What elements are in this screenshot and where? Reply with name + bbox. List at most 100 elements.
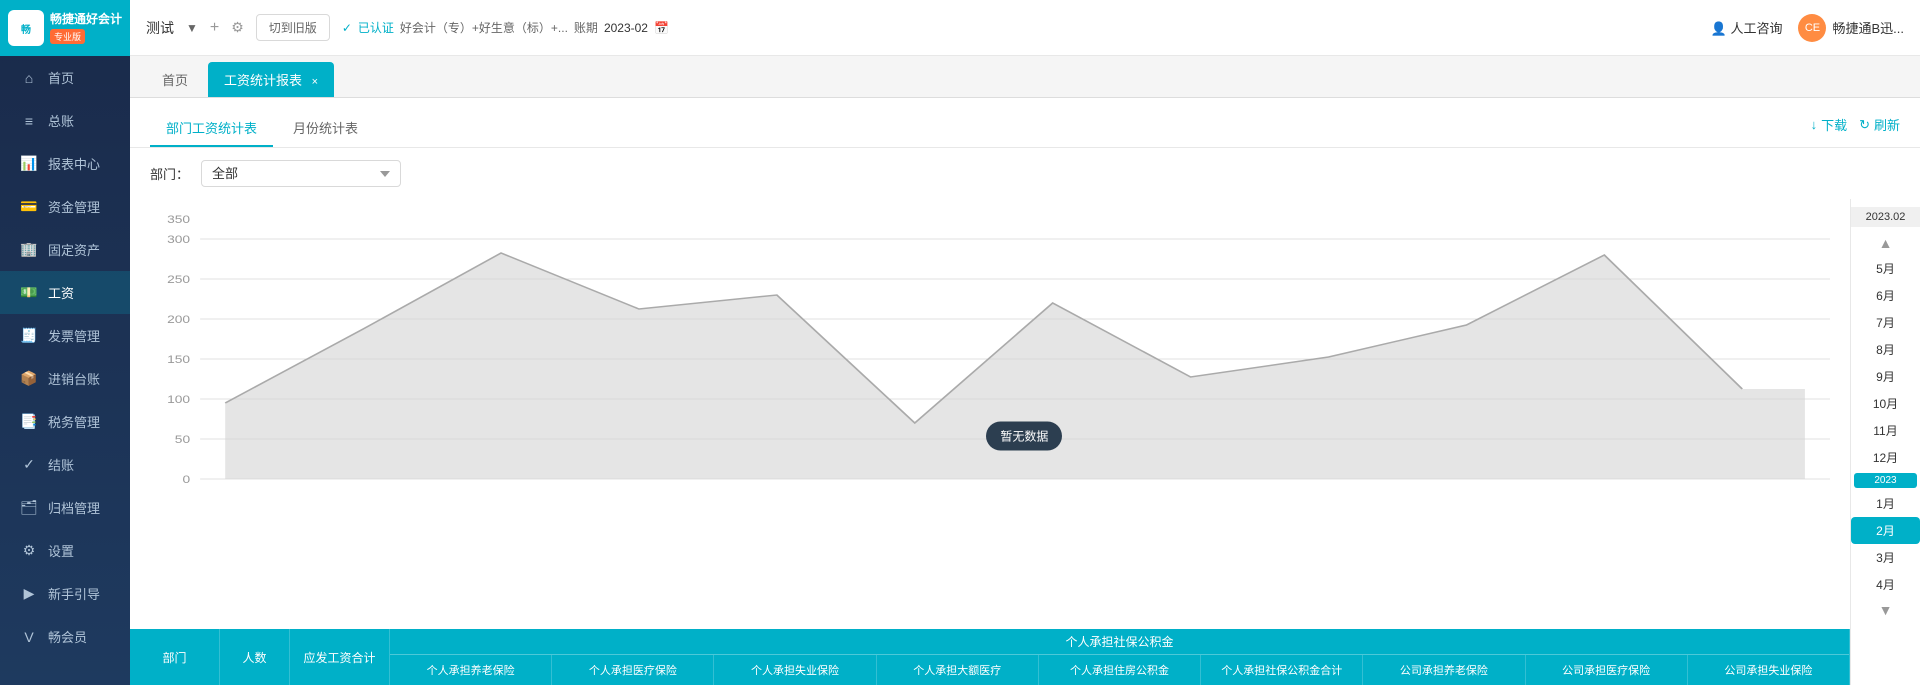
- sidebar-item-label: 总账: [48, 111, 74, 130]
- th-count: 人数: [220, 629, 290, 685]
- sidebar-item-guide[interactable]: ▶ 新手引导: [0, 572, 130, 615]
- sidebar-item-label: 资金管理: [48, 197, 100, 216]
- download-btn[interactable]: ↓ 下载: [1811, 115, 1848, 134]
- company-dropdown[interactable]: ▼: [186, 21, 198, 35]
- chart-area: 0 50 100 150 200 250 300 350: [130, 199, 1850, 629]
- table-header: 部门 人数 应发工资合计 个人承担社保公积金 个人承担养老保险 个人承担医疗保险…: [130, 629, 1850, 685]
- guide-icon: ▶: [20, 585, 38, 602]
- period-value: 2023-02: [604, 21, 648, 35]
- sidebar-item-settings[interactable]: ⚙ 设置: [0, 529, 130, 572]
- sidebar-item-assets[interactable]: 🏢 固定资产: [0, 228, 130, 271]
- svg-text:150: 150: [167, 353, 190, 365]
- date-nav-down[interactable]: ▼: [1875, 598, 1897, 622]
- date-item-jun[interactable]: 6月: [1851, 282, 1920, 309]
- subtab-bar: 部门工资统计表 月份统计表 ↓ 下载 ↻ 刷新: [130, 98, 1920, 148]
- sidebar-item-payroll[interactable]: 💵 工资: [0, 271, 130, 314]
- calendar-icon[interactable]: 📅: [654, 21, 669, 35]
- sidebar-item-sales[interactable]: 📦 进销台账: [0, 357, 130, 400]
- th-personal-insurance-group: 个人承担社保公积金 个人承担养老保险 个人承担医疗保险 个人承担失业保险 个人承…: [390, 629, 1850, 685]
- filter-bar: 部门： 全部 财务部 销售部 技术部: [130, 148, 1920, 199]
- th-group-label: 个人承担社保公积金: [390, 629, 1849, 655]
- date-item-apr[interactable]: 4月: [1851, 571, 1920, 598]
- sidebar-item-label: 报表中心: [48, 154, 100, 173]
- user-name: 畅捷通B迅...: [1832, 18, 1904, 37]
- sidebar-item-funds[interactable]: 💳 资金管理: [0, 185, 130, 228]
- th-personal-total: 个人承担社保公积金合计: [1201, 655, 1363, 685]
- date-item-feb[interactable]: 2月: [1851, 517, 1920, 544]
- svg-text:300: 300: [167, 233, 190, 245]
- sidebar-item-reports[interactable]: 📊 报表中心: [0, 142, 130, 185]
- sidebar-item-invoice[interactable]: 🧾 发票管理: [0, 314, 130, 357]
- th-dept: 部门: [130, 629, 220, 685]
- sidebar-item-archive[interactable]: 🗂 归档管理: [0, 486, 130, 529]
- sidebar-item-label: 税务管理: [48, 412, 100, 431]
- subtab-actions: ↓ 下载 ↻ 刷新: [1811, 115, 1900, 142]
- svg-text:0: 0: [182, 473, 190, 485]
- app-logo: 畅 畅捷通好会计 专业版: [0, 0, 130, 56]
- logo-badge: 专业版: [50, 29, 85, 44]
- tab-bar: 首页 工资统计报表 ×: [130, 56, 1920, 98]
- topbar-plus[interactable]: +: [210, 19, 219, 37]
- date-panel-title: 2023.02: [1851, 207, 1920, 227]
- download-icon: ↓: [1811, 117, 1818, 132]
- date-item-jul[interactable]: 7月: [1851, 309, 1920, 336]
- certified-icon: ✓: [342, 21, 352, 35]
- refresh-btn[interactable]: ↻ 刷新: [1859, 115, 1900, 134]
- th-personal-large-medical: 个人承担大额医疗: [877, 655, 1039, 685]
- date-item-sep[interactable]: 9月: [1851, 363, 1920, 390]
- tags-label: 好会计（专）+好生意（标）+...: [400, 19, 568, 36]
- sidebar-item-home[interactable]: ⌂ 首页: [0, 56, 130, 99]
- logo-title: 畅捷通好会计: [50, 12, 122, 28]
- sales-icon: 📦: [20, 370, 38, 387]
- date-item-oct[interactable]: 10月: [1851, 390, 1920, 417]
- subtab-month[interactable]: 月份统计表: [277, 110, 374, 147]
- date-item-aug[interactable]: 8月: [1851, 336, 1920, 363]
- subtab-dept[interactable]: 部门工资统计表: [150, 110, 273, 147]
- svg-text:200: 200: [167, 313, 190, 325]
- logo-text-block: 畅捷通好会计 专业版: [50, 12, 122, 45]
- th-company-medical: 公司承担医疗保险: [1526, 655, 1688, 685]
- sidebar-item-label: 进销台账: [48, 369, 100, 388]
- area-chart: 0 50 100 150 200 250 300 350: [150, 199, 1830, 519]
- settlement-icon: ✓: [20, 456, 38, 473]
- sidebar-item-label: 工资: [48, 283, 74, 302]
- th-personal-unemployment: 个人承担失业保险: [714, 655, 876, 685]
- th-company-pension: 公司承担养老保险: [1363, 655, 1525, 685]
- date-nav-up[interactable]: ▲: [1875, 231, 1897, 255]
- svg-text:50: 50: [175, 433, 190, 445]
- sidebar-item-label: 首页: [48, 68, 74, 87]
- topbar-status: ✓ 已认证 好会计（专）+好生意（标）+... 账期 2023-02 📅: [342, 19, 669, 36]
- certified-label: 已认证: [358, 19, 394, 36]
- date-item-may[interactable]: 5月: [1851, 255, 1920, 282]
- chart-tooltip: 暂无数据: [986, 421, 1062, 450]
- date-item-dec[interactable]: 12月: [1851, 444, 1920, 471]
- sidebar-item-member[interactable]: V 畅会员: [0, 615, 130, 658]
- sidebar-item-ledger[interactable]: ≡ 总账: [0, 99, 130, 142]
- date-item-jan[interactable]: 1月: [1851, 490, 1920, 517]
- sidebar-item-label: 归档管理: [48, 498, 100, 517]
- tab-close-btn[interactable]: ×: [312, 76, 318, 88]
- user-avatar: CE: [1798, 14, 1826, 42]
- tax-icon: 📑: [20, 413, 38, 430]
- tab-home[interactable]: 首页: [146, 62, 204, 97]
- ai-consult-btn[interactable]: 👤 人工咨询: [1711, 18, 1783, 37]
- dept-filter-select[interactable]: 全部 财务部 销售部 技术部: [201, 160, 401, 187]
- date-item-nov[interactable]: 11月: [1851, 417, 1920, 444]
- topbar-settings[interactable]: ⚙: [231, 19, 244, 36]
- th-total-salary: 应发工资合计: [290, 629, 390, 685]
- user-menu[interactable]: CE 畅捷通B迅...: [1798, 14, 1904, 42]
- svg-text:350: 350: [167, 213, 190, 225]
- date-item-mar[interactable]: 3月: [1851, 544, 1920, 571]
- filter-label: 部门：: [150, 164, 189, 183]
- switch-to-old-btn[interactable]: 切到旧版: [256, 14, 330, 41]
- svg-text:100: 100: [167, 393, 190, 405]
- member-icon: V: [20, 629, 38, 645]
- chart-and-table: 0 50 100 150 200 250 300 350: [130, 199, 1850, 685]
- reports-icon: 📊: [20, 155, 38, 172]
- company-name: 测试: [146, 18, 174, 38]
- content-area: 部门工资统计表 月份统计表 ↓ 下载 ↻ 刷新 部门： 全部 财务部: [130, 98, 1920, 685]
- sidebar-item-tax[interactable]: 📑 税务管理: [0, 400, 130, 443]
- settings-icon: ⚙: [20, 542, 38, 559]
- sidebar-item-settlement[interactable]: ✓ 结账: [0, 443, 130, 486]
- tab-payroll-report[interactable]: 工资统计报表 ×: [208, 62, 334, 97]
